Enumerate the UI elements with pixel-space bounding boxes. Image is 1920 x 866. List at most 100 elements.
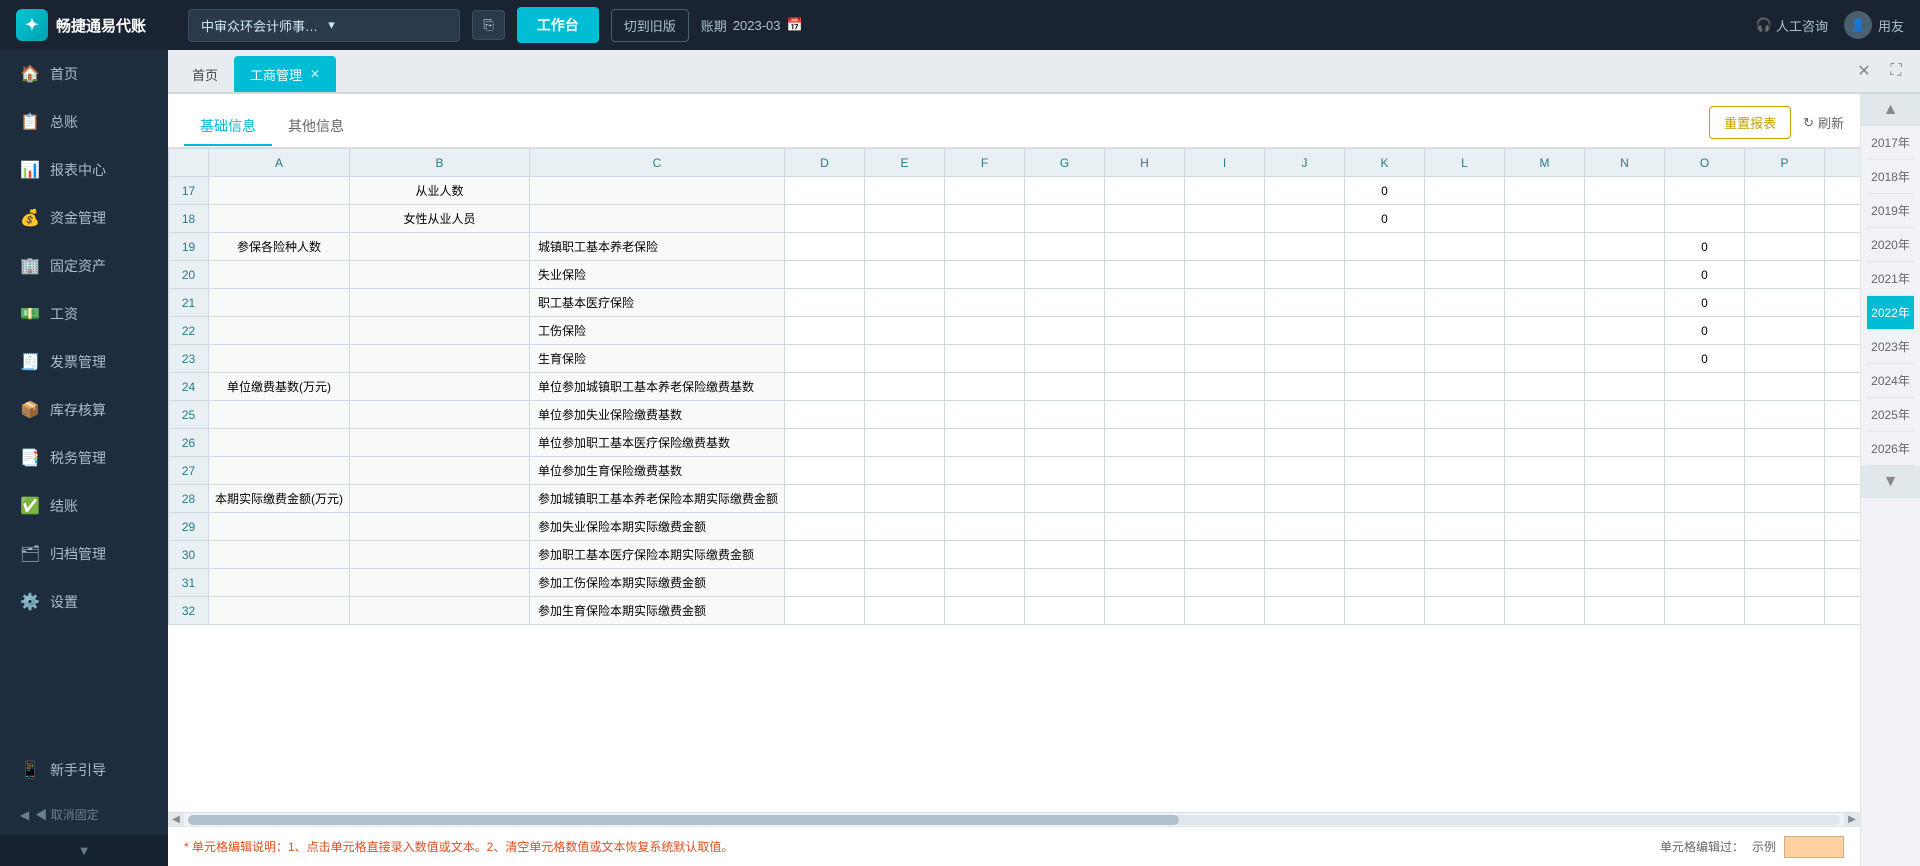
cell-col9-23[interactable] bbox=[1185, 345, 1265, 373]
cell-col5-30[interactable] bbox=[865, 541, 945, 569]
cell-col10-31[interactable] bbox=[1265, 569, 1345, 597]
cell-c-17[interactable] bbox=[530, 177, 785, 205]
cell-col7-25[interactable] bbox=[1025, 401, 1105, 429]
cell-c-22[interactable]: 工伤保险 bbox=[530, 317, 785, 345]
cell-col12-31[interactable] bbox=[1425, 569, 1505, 597]
cell-col15-17[interactable] bbox=[1665, 177, 1745, 205]
cell-col7-26[interactable] bbox=[1025, 429, 1105, 457]
cell-col8-18[interactable] bbox=[1105, 205, 1185, 233]
sidebar-item-report-center[interactable]: 📊 报表中心 bbox=[0, 146, 168, 194]
cell-col16-23[interactable] bbox=[1745, 345, 1825, 373]
sidebar-item-settings[interactable]: ⚙️ 设置 bbox=[0, 578, 168, 626]
cell-col9-18[interactable] bbox=[1185, 205, 1265, 233]
cell-col15-26[interactable] bbox=[1665, 429, 1745, 457]
year-item-2022年[interactable]: 2022年 bbox=[1867, 296, 1914, 330]
cell-col13-31[interactable] bbox=[1505, 569, 1585, 597]
cell-col4-20[interactable] bbox=[785, 261, 865, 289]
cell-col6-28[interactable] bbox=[945, 485, 1025, 513]
cell-col17-25[interactable] bbox=[1825, 401, 1860, 429]
cell-col14-19[interactable] bbox=[1585, 233, 1665, 261]
year-item-2018年[interactable]: 2018年 bbox=[1867, 160, 1914, 194]
cell-col16-19[interactable] bbox=[1745, 233, 1825, 261]
cell-c-21[interactable]: 职工基本医疗保险 bbox=[530, 289, 785, 317]
sub-tab-basic[interactable]: 基础信息 bbox=[184, 108, 272, 146]
cell-col14-22[interactable] bbox=[1585, 317, 1665, 345]
cell-col7-22[interactable] bbox=[1025, 317, 1105, 345]
cell-col13-30[interactable] bbox=[1505, 541, 1585, 569]
cell-b-27[interactable] bbox=[350, 457, 530, 485]
cell-a-25[interactable] bbox=[209, 401, 350, 429]
copy-button[interactable]: ⎘ bbox=[472, 10, 504, 40]
cell-col4-27[interactable] bbox=[785, 457, 865, 485]
cell-col8-20[interactable] bbox=[1105, 261, 1185, 289]
cell-col5-19[interactable] bbox=[865, 233, 945, 261]
cell-col4-18[interactable] bbox=[785, 205, 865, 233]
cell-col13-21[interactable] bbox=[1505, 289, 1585, 317]
cell-col9-32[interactable] bbox=[1185, 597, 1265, 625]
cell-col4-26[interactable] bbox=[785, 429, 865, 457]
sub-tab-other[interactable]: 其他信息 bbox=[272, 108, 360, 146]
cell-col15-24[interactable] bbox=[1665, 373, 1745, 401]
cell-col6-22[interactable] bbox=[945, 317, 1025, 345]
cell-col12-29[interactable] bbox=[1425, 513, 1505, 541]
cell-col5-17[interactable] bbox=[865, 177, 945, 205]
cell-col7-24[interactable] bbox=[1025, 373, 1105, 401]
cell-col7-20[interactable] bbox=[1025, 261, 1105, 289]
cell-col10-27[interactable] bbox=[1265, 457, 1345, 485]
sidebar-item-inventory[interactable]: 📦 库存核算 bbox=[0, 386, 168, 434]
cell-col13-19[interactable] bbox=[1505, 233, 1585, 261]
cell-col12-30[interactable] bbox=[1425, 541, 1505, 569]
cell-col5-32[interactable] bbox=[865, 597, 945, 625]
calendar-icon[interactable]: 📅 bbox=[787, 17, 803, 33]
cell-a-21[interactable] bbox=[209, 289, 350, 317]
cell-c-28[interactable]: 参加城镇职工基本养老保险本期实际缴费金额 bbox=[530, 485, 785, 513]
cell-col7-30[interactable] bbox=[1025, 541, 1105, 569]
cell-col12-27[interactable] bbox=[1425, 457, 1505, 485]
cell-a-32[interactable] bbox=[209, 597, 350, 625]
cell-c-27[interactable]: 单位参加生育保险缴费基数 bbox=[530, 457, 785, 485]
cell-col15-31[interactable] bbox=[1665, 569, 1745, 597]
cell-col15-28[interactable] bbox=[1665, 485, 1745, 513]
cell-b-23[interactable] bbox=[350, 345, 530, 373]
cell-col9-17[interactable] bbox=[1185, 177, 1265, 205]
cell-b-32[interactable] bbox=[350, 597, 530, 625]
cell-col11-31[interactable] bbox=[1345, 569, 1425, 597]
cell-col6-20[interactable] bbox=[945, 261, 1025, 289]
cell-c-18[interactable] bbox=[530, 205, 785, 233]
maximize-window-button[interactable]: ⛶ bbox=[1884, 59, 1908, 83]
spreadsheet-container[interactable]: A B C D E F G H I J bbox=[168, 148, 1860, 812]
reset-report-button[interactable]: 重置报表 bbox=[1709, 106, 1791, 139]
cell-col16-25[interactable] bbox=[1745, 401, 1825, 429]
cell-b-28[interactable] bbox=[350, 485, 530, 513]
cell-b-22[interactable] bbox=[350, 317, 530, 345]
cell-col17-31[interactable] bbox=[1825, 569, 1860, 597]
cell-col8-28[interactable] bbox=[1105, 485, 1185, 513]
cell-col10-26[interactable] bbox=[1265, 429, 1345, 457]
cell-col17-24[interactable] bbox=[1825, 373, 1860, 401]
year-item-2024年[interactable]: 2024年 bbox=[1867, 364, 1914, 398]
cell-a-26[interactable] bbox=[209, 429, 350, 457]
cell-col17-32[interactable] bbox=[1825, 597, 1860, 625]
cell-c-26[interactable]: 单位参加职工基本医疗保险缴费基数 bbox=[530, 429, 785, 457]
cell-col4-23[interactable] bbox=[785, 345, 865, 373]
cell-col15-29[interactable] bbox=[1665, 513, 1745, 541]
cell-col12-22[interactable] bbox=[1425, 317, 1505, 345]
cell-col16-26[interactable] bbox=[1745, 429, 1825, 457]
refresh-button[interactable]: ↻ 刷新 bbox=[1803, 113, 1844, 132]
cell-col4-19[interactable] bbox=[785, 233, 865, 261]
cell-col5-26[interactable] bbox=[865, 429, 945, 457]
cell-col11-20[interactable] bbox=[1345, 261, 1425, 289]
cell-col17-18[interactable] bbox=[1825, 205, 1860, 233]
cell-col8-26[interactable] bbox=[1105, 429, 1185, 457]
cell-col16-20[interactable] bbox=[1745, 261, 1825, 289]
cell-col6-32[interactable] bbox=[945, 597, 1025, 625]
year-item-2017年[interactable]: 2017年 bbox=[1867, 126, 1914, 160]
cell-col12-20[interactable] bbox=[1425, 261, 1505, 289]
cell-a-23[interactable] bbox=[209, 345, 350, 373]
cell-col11-28[interactable] bbox=[1345, 485, 1425, 513]
cell-col14-17[interactable] bbox=[1585, 177, 1665, 205]
cell-col15-19[interactable]: 0 bbox=[1665, 233, 1745, 261]
cell-col7-31[interactable] bbox=[1025, 569, 1105, 597]
cell-col9-31[interactable] bbox=[1185, 569, 1265, 597]
year-item-2021年[interactable]: 2021年 bbox=[1867, 262, 1914, 296]
